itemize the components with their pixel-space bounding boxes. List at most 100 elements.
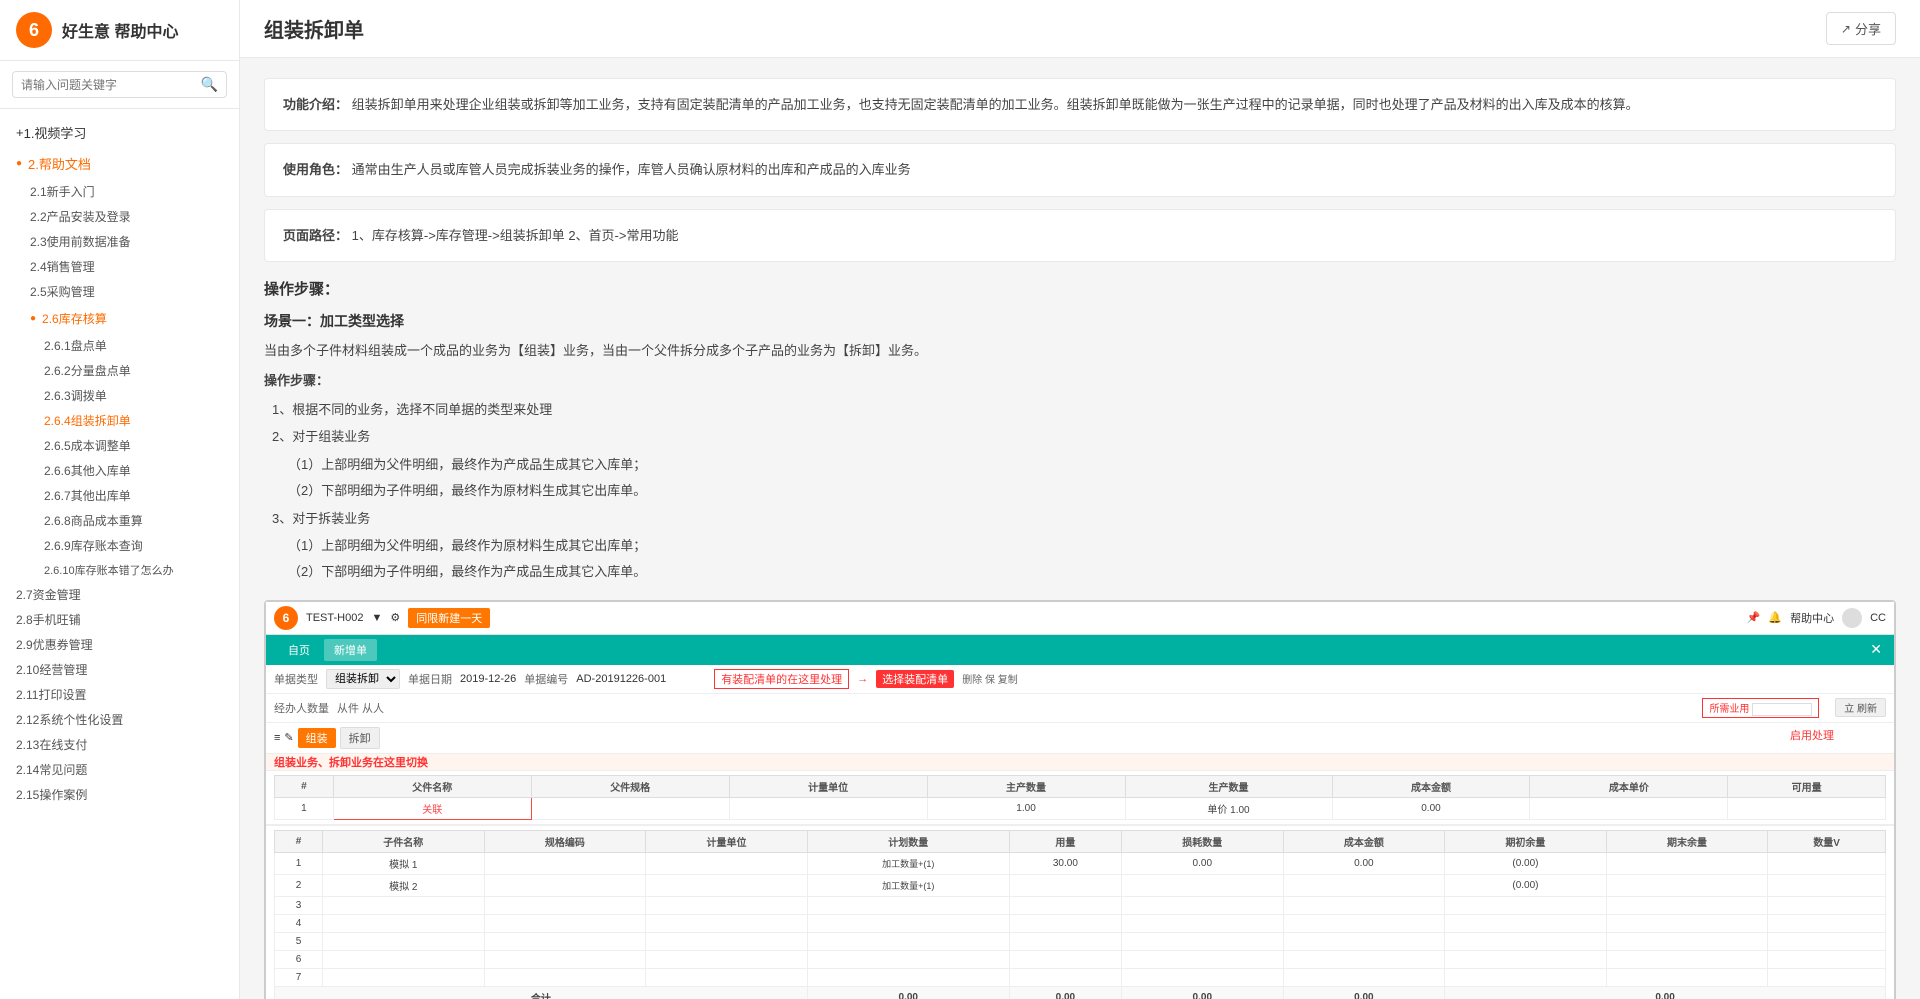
- annotation-highlight-btn: 选择装配清单: [876, 670, 954, 688]
- sidebar-item-faq[interactable]: 2.14常见问题: [0, 757, 239, 782]
- table-row: 1 关联 1.00 单价 1.00 0.00: [275, 797, 1886, 819]
- sidebar-item-custom[interactable]: 2.12系统个性化设置: [0, 707, 239, 732]
- share-icon: ↗: [1841, 22, 1851, 36]
- logo-area: 6 好生意 帮助中心: [0, 0, 239, 61]
- annotation-switch: 组装业务、拆卸业务在这里切换: [266, 755, 436, 771]
- path-block: 页面路径： 1、库存核算->库存管理->组装拆卸单 2、首页->常用功能: [264, 209, 1896, 262]
- steps-intro: 操作步骤：: [264, 369, 1896, 392]
- sidebar: 6 好生意 帮助中心 🔍 + 1.视频学习 ● 2.帮助文档 2.1新手入门 2…: [0, 0, 240, 999]
- td2-name: 模拟 1: [323, 852, 485, 874]
- table-row: 3: [275, 896, 1886, 914]
- form-number-label: 单据编号: [524, 671, 568, 687]
- nav-close-icon[interactable]: ✕: [1870, 641, 1882, 658]
- sidebar-item-print[interactable]: 2.11打印设置: [0, 682, 239, 707]
- form-date-label: 单据日期: [408, 671, 452, 687]
- sidebar-item-ops[interactable]: 2.10经营管理: [0, 657, 239, 682]
- sidebar-item-cost-recalc[interactable]: 2.6.8商品成本重算: [0, 508, 239, 533]
- td2-qv: [1768, 852, 1886, 874]
- app-store-id: TEST-H002: [306, 612, 363, 624]
- th2-loss-qty: 损耗数量: [1122, 830, 1284, 852]
- sidebar-item-inventory[interactable]: ● 2.6库存核算: [0, 304, 239, 333]
- sidebar-item-sales[interactable]: 2.4销售管理: [0, 254, 239, 279]
- app-nav-bar: 自页 新增单 ✕: [266, 635, 1894, 665]
- td2-close: [1606, 852, 1768, 874]
- nav-bullet-icon-2: ●: [30, 313, 36, 324]
- td2-cost-2: [1283, 874, 1445, 896]
- td-parent-spec: [531, 797, 729, 819]
- scenario1-title: 场景一：加工类型选择: [264, 311, 1896, 331]
- table1-header-row: # 父件名称 父件规格 计量单位 主产数量 生产数量 成本金额 成本单价 可用量: [275, 775, 1886, 797]
- search-icon[interactable]: 🔍: [201, 76, 218, 93]
- sidebar-item-online-pay[interactable]: 2.13在线支付: [0, 732, 239, 757]
- nav-tab-home[interactable]: 自页: [278, 639, 320, 661]
- intro-prefix: 功能介绍：: [283, 97, 348, 112]
- role-block: 使用角色： 通常由生产人员或库管人员完成拆装业务的操作，库管人员确认原材料的出库…: [264, 143, 1896, 196]
- confirm-btn[interactable]: 立 刷新: [1835, 698, 1886, 717]
- form-type-select[interactable]: 组装拆卸: [326, 669, 400, 689]
- share-button[interactable]: ↗ 分享: [1826, 12, 1896, 45]
- sidebar-item-help-docs[interactable]: ● 2.帮助文档: [0, 148, 239, 179]
- td2-unit: [646, 852, 808, 874]
- type-switch-btn[interactable]: 组装: [298, 728, 336, 748]
- nav-list: + 1.视频学习 ● 2.帮助文档 2.1新手入门 2.2产品安装及登录 2.3…: [0, 109, 239, 999]
- td-num: 1: [275, 797, 334, 819]
- step2-sub2: （2）下部明细为子件明细，最终作为原材料生成其它出库单。: [288, 479, 1896, 502]
- type-disassemble-btn[interactable]: 拆卸: [340, 727, 380, 749]
- path-text: 1、库存核算->库存管理->组装拆卸单 2、首页->常用功能: [352, 228, 679, 243]
- tf-v2: 0.00: [1009, 986, 1121, 999]
- annotation-process-label: 所需业用: [1702, 698, 1819, 718]
- app-status-icon: ⚙: [390, 611, 400, 624]
- th-plan-qty: 主产数量: [927, 775, 1125, 797]
- app-avatar: [1842, 608, 1862, 628]
- th-prod-qty: 生产数量: [1125, 775, 1332, 797]
- sidebar-item-data-prep[interactable]: 2.3使用前数据准备: [0, 229, 239, 254]
- sidebar-item-cases[interactable]: 2.15操作案例: [0, 782, 239, 807]
- logo-text: 好生意 帮助中心: [62, 18, 178, 42]
- sidebar-item-assembly[interactable]: 2.6.4组装拆卸单: [0, 408, 239, 433]
- th-cost-amount: 成本金额: [1332, 775, 1530, 797]
- sidebar-item-purchase[interactable]: 2.5采购管理: [0, 279, 239, 304]
- app-top-bar: 6 TEST-H002 ▼ ⚙ 同限新建一天 📌 🔔 帮助中心 CC: [266, 602, 1894, 635]
- sidebar-item-video[interactable]: + 1.视频学习: [0, 117, 239, 148]
- screenshot-area: 6 TEST-H002 ▼ ⚙ 同限新建一天 📌 🔔 帮助中心 CC: [264, 600, 1896, 999]
- sidebar-item-inventory-query[interactable]: 2.6.9库存账本查询: [0, 533, 239, 558]
- content-area: 功能介绍： 组装拆卸单用来处理企业组装或拆卸等加工业务，支持有固定装配清单的产品…: [240, 58, 1920, 999]
- search-box: 🔍: [12, 71, 227, 98]
- sidebar-item-other-in[interactable]: 2.6.6其他入库单: [0, 458, 239, 483]
- sidebar-item-transfer[interactable]: 2.6.3调拨单: [0, 383, 239, 408]
- form-header-row: 单据类型 组装拆卸 单据日期 2019-12-26 单据编号 AD-201912…: [266, 665, 1894, 694]
- td2-loss: 0.00: [1122, 852, 1284, 874]
- form-type-label1: 单据类型: [274, 671, 318, 687]
- form-qty-value: 从件 从人: [337, 700, 384, 716]
- page-title: 组装拆卸单: [264, 14, 364, 43]
- search-input[interactable]: [21, 78, 201, 92]
- th2-plan-qty: 计划数量: [807, 830, 1009, 852]
- sidebar-item-mobile[interactable]: 2.8手机旺铺: [0, 607, 239, 632]
- th-unit: 计量单位: [729, 775, 927, 797]
- th2-open-bal: 期初余量: [1445, 830, 1607, 852]
- td2-unit-2: [646, 874, 808, 896]
- step3-sub2: （2）下部明细为子件明细，最终作为产成品生成其它入库单。: [288, 560, 1896, 583]
- sidebar-item-other-out[interactable]: 2.6.7其他出库单: [0, 483, 239, 508]
- table1-area: # 父件名称 父件规格 计量单位 主产数量 生产数量 成本金额 成本单价 可用量: [266, 771, 1894, 824]
- th-parent-name: 父件名称: [333, 775, 531, 797]
- sidebar-item-coupon[interactable]: 2.9优惠券管理: [0, 632, 239, 657]
- intro-text: 组装拆卸单用来处理企业组装或拆卸等加工业务，支持有固定装配清单的产品加工业务，也…: [352, 97, 1639, 112]
- sidebar-item-inventory-fix[interactable]: 2.6.10库存账本错了怎么办: [0, 558, 239, 582]
- process-input[interactable]: [1752, 703, 1812, 716]
- sidebar-item-install[interactable]: 2.2产品安装及登录: [0, 204, 239, 229]
- sidebar-item-new-user[interactable]: 2.1新手入门: [0, 179, 239, 204]
- th2-usage: 用量: [1009, 830, 1121, 852]
- th2-close-bal: 期末余量: [1606, 830, 1768, 852]
- app-new-order-btn[interactable]: 同限新建一天: [408, 608, 490, 628]
- table2-area: # 子件名称 规格编码 计量单位 计划数量 用量 损耗数量 成本金额 期初余量 …: [266, 824, 1894, 999]
- table-row: 6: [275, 950, 1886, 968]
- th2-qty-v: 数量V: [1768, 830, 1886, 852]
- sidebar-item-cost-adjust[interactable]: 2.6.5成本调整单: [0, 433, 239, 458]
- sidebar-item-capital[interactable]: 2.7资金管理: [0, 582, 239, 607]
- sidebar-item-inventory-check[interactable]: 2.6.1盘点单: [0, 333, 239, 358]
- nav-tab-new[interactable]: 新增单: [324, 639, 377, 661]
- step1: 1、根据不同的业务，选择不同单据的类型来处理: [264, 398, 1896, 421]
- sidebar-item-partial-check[interactable]: 2.6.2分量盘点单: [0, 358, 239, 383]
- form-qty-label: 经办人数量: [274, 700, 329, 716]
